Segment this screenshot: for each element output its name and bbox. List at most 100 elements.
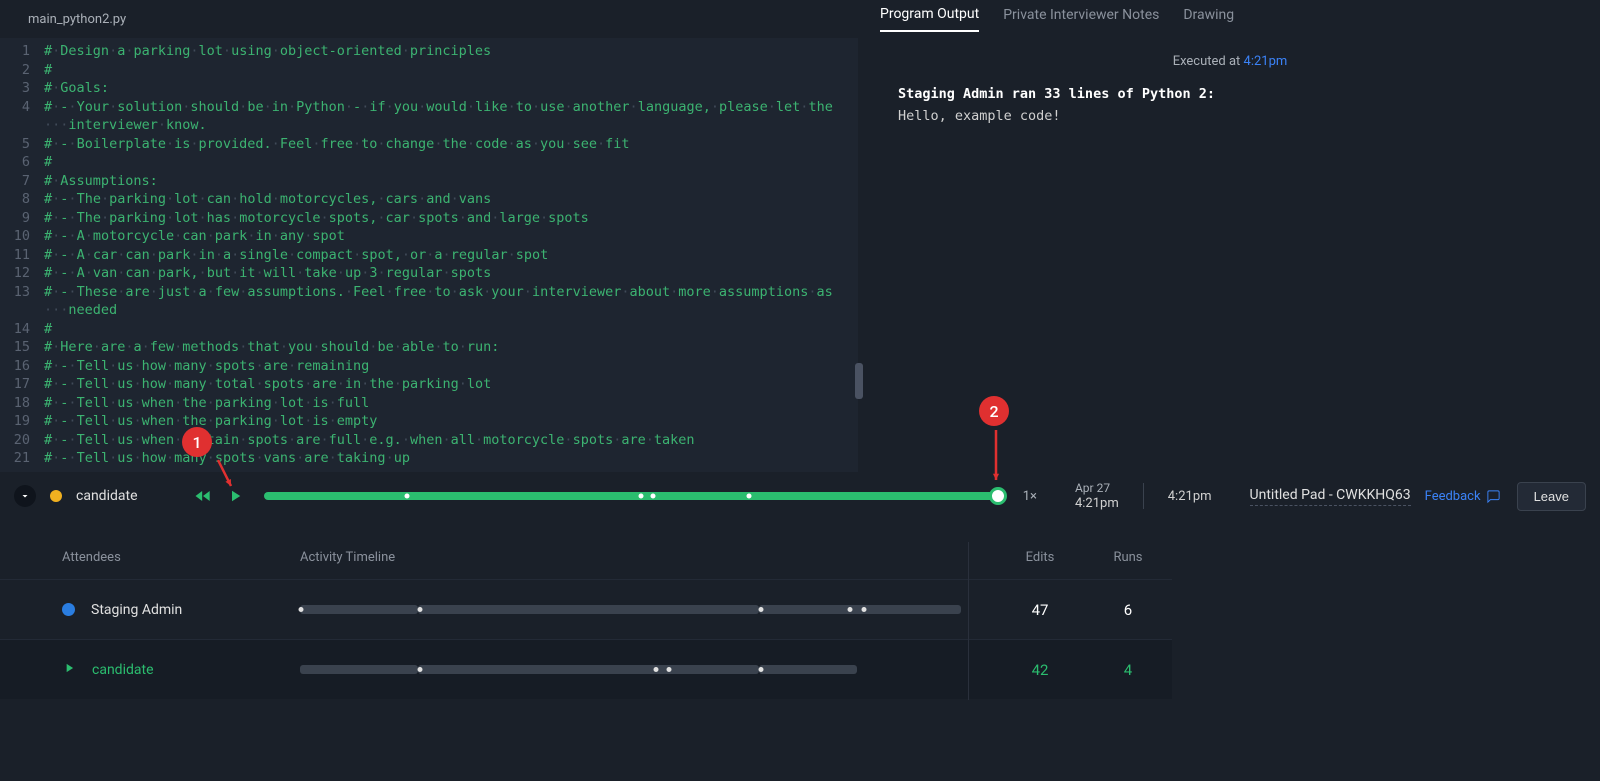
output-panel: Program OutputPrivate Interviewer NotesD… [860,38,1600,472]
executed-time-link[interactable]: 4:21pm [1244,54,1288,69]
line-number: 5 [0,135,44,154]
runs-header: Runs [1084,550,1172,565]
playback-bar: candidate 1× Apr 27 4:21pm 4:21pm Untitl… [0,472,1600,520]
line-number [0,301,44,320]
line-number: 17 [0,375,44,394]
code-line[interactable]: #·-·Tell·us·how·many·total·spots·are·in·… [44,375,858,394]
progress-marker [746,494,751,499]
feedback-link[interactable]: Feedback [1425,489,1501,504]
code-line[interactable]: #·-·Boilerplate·is·provided.·Feel·free·t… [44,135,858,154]
comment-icon [1486,489,1501,504]
code-line[interactable]: #·-·The·parking·lot·has·motorcycle·spots… [44,209,858,228]
code-line[interactable]: #·Goals: [44,79,858,98]
annotation-badge: 1 [182,427,212,457]
code-line[interactable]: #·-·A·motorcycle·can·park·in·any·spot [44,227,858,246]
edits-count: 47 [996,601,1084,619]
timeline-segment [759,665,856,674]
line-number: 7 [0,172,44,191]
output-tab-program-output[interactable]: Program Output [880,6,979,32]
timeline-event-dot [299,607,304,612]
playback-end-time: 4:21pm [1168,489,1212,504]
attendee-status-dot [62,603,75,616]
playback-speed[interactable]: 1× [1023,489,1037,504]
timeline-event-dot [654,667,659,672]
edits-count: 42 [996,661,1084,679]
user-status-dot [50,490,62,502]
output-tab-private-interviewer-notes[interactable]: Private Interviewer Notes [1003,7,1159,31]
file-tab[interactable]: main_python2.py [12,4,142,35]
runs-count: 6 [1084,601,1172,619]
line-number: 3 [0,79,44,98]
progress-marker [404,494,409,499]
code-line[interactable]: # [44,61,858,80]
attendee-row[interactable]: Staging Admin 476 [0,579,1172,639]
code-line[interactable]: #·-·A·car·can·park·in·a·single·compact·s… [44,246,858,265]
code-line[interactable]: #·-·A·van·can·park,·but·it·will·take·up·… [44,264,858,283]
timeline-segment [300,665,418,674]
code-line[interactable]: #·-·These·are·just·a·few·assumptions.·Fe… [44,283,858,302]
line-number: 9 [0,209,44,228]
attendees-panel: Attendees Activity Timeline Edits Runs S… [0,520,1172,699]
attendee-name: Staging Admin [91,602,182,618]
pane-divider[interactable] [858,38,860,472]
code-editor[interactable]: 1#·Design·a·parking·lot·using·object-ori… [0,38,858,472]
line-number: 1 [0,42,44,61]
collapse-toggle[interactable] [14,485,36,507]
timeline-event-dot [418,667,423,672]
progress-knob[interactable] [989,487,1007,505]
progress-marker [651,494,656,499]
progress-slider[interactable] [264,492,999,500]
line-number: 10 [0,227,44,246]
output-tab-drawing[interactable]: Drawing [1183,7,1234,31]
line-number: 11 [0,246,44,265]
code-line[interactable]: #·-·Tell·us·when·certain·spots·are·full·… [44,431,858,450]
playback-user: candidate [76,488,138,504]
code-line[interactable]: #·-·Tell·us·when·the·parking·lot·is·empt… [44,412,858,431]
drag-handle-icon[interactable] [855,363,863,399]
chevron-down-icon [19,490,31,502]
annotation-badge: 2 [979,396,1009,426]
code-line[interactable]: # [44,153,858,172]
line-number: 19 [0,412,44,431]
activity-timeline[interactable] [300,665,996,675]
attendees-header: Attendees [0,550,300,565]
annotation-arrow [988,422,1004,488]
code-line[interactable]: #·Design·a·parking·lot·using·object-orie… [44,42,858,61]
line-number: 12 [0,264,44,283]
playback-current-time: Apr 27 4:21pm [1075,481,1119,511]
line-number: 2 [0,61,44,80]
code-line[interactable]: ···needed [44,301,858,320]
code-line[interactable]: #·-·The·parking·lot·can·hold·motorcycles… [44,190,858,209]
code-line[interactable]: #·-·Tell·us·when·the·parking·lot·is·full [44,394,858,413]
stat-divider [968,542,969,700]
leave-button[interactable]: Leave [1517,482,1586,511]
executed-at-label: Executed at 4:21pm [880,54,1580,69]
attendee-row[interactable]: candidate 424 [0,639,1172,699]
timeline-segment [418,605,759,614]
line-number: 14 [0,320,44,339]
timeline-event-dot [758,607,763,612]
output-text: Hello, example code! [898,105,1580,127]
timeline-event-dot [418,607,423,612]
attendee-name: candidate [92,662,154,678]
time-separator [1143,483,1144,509]
timeline-event-dot [758,667,763,672]
activity-timeline[interactable] [300,605,996,615]
output-header: Staging Admin ran 33 lines of Python 2: [898,83,1580,105]
code-line[interactable]: #·-·Tell·us·how·many·spots·are·remaining [44,357,858,376]
code-line[interactable]: #·-·Your·solution·should·be·in·Python·-·… [44,98,858,117]
runs-count: 4 [1084,661,1172,679]
timeline-segment [300,605,418,614]
line-number: 8 [0,190,44,209]
line-number: 6 [0,153,44,172]
pad-title[interactable]: Untitled Pad - CWKKHQ63 [1250,487,1411,506]
timeline-segment [418,665,759,674]
edits-header: Edits [996,550,1084,565]
annotation-arrow [210,452,239,494]
code-line[interactable]: #·Here·are·a·few·methods·that·you·should… [44,338,858,357]
code-line[interactable]: #·-·Tell·us·how·many·spots·vans·are·taki… [44,449,858,468]
progress-marker [638,494,643,499]
code-line[interactable]: # [44,320,858,339]
code-line[interactable]: #·Assumptions: [44,172,858,191]
code-line[interactable]: ···interviewer·know. [44,116,858,135]
